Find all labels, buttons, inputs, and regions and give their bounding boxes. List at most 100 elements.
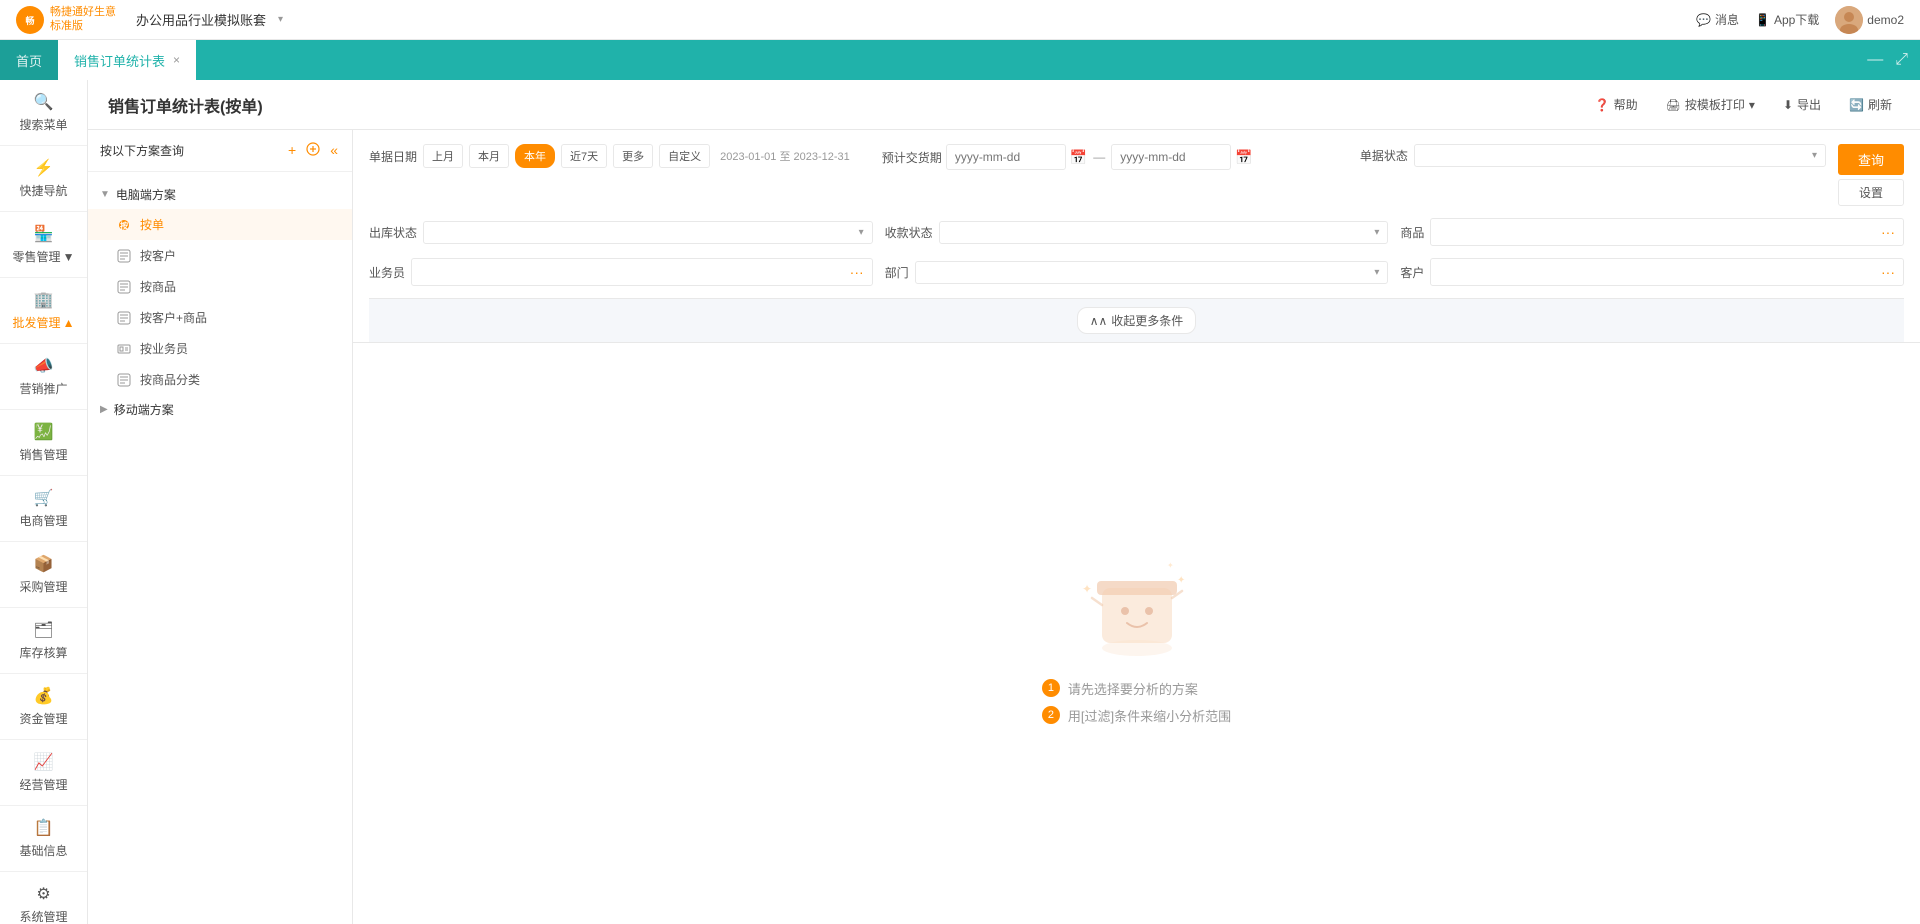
product-input-area: ··· [1430,218,1904,246]
wholesale-icon: 🏢 [34,290,54,310]
date-btn-this-year[interactable]: 本年 [515,144,555,168]
doc-status-select[interactable]: ▾ [1414,144,1826,167]
delivery-status-select[interactable]: ▾ [423,221,873,244]
department-select[interactable]: ▾ [915,261,1389,284]
delivery-status-arrow: ▾ [859,227,864,238]
customer-label: 客户 [1400,264,1424,281]
collapse-row: ∧∧ 收起更多条件 [369,298,1904,342]
sidebar: 🔍 搜索菜单 ⚡ 快捷导航 🏪 零售管理 ▼ 🏢 批发管理 ▲ 📣 营销推广 [0,80,88,924]
tip-num-1: 1 [1042,679,1060,697]
scheme-item-by-customer[interactable]: 按客户 [88,240,352,271]
app-download-btn[interactable]: 📱 App下载 [1755,11,1819,28]
sidebar-item-sales[interactable]: 💹 销售管理 [0,410,87,476]
user-avatar-btn[interactable]: demo2 [1835,6,1904,34]
customer-more-btn[interactable]: ··· [1881,264,1895,280]
message-btn[interactable]: 💬 消息 [1696,11,1739,28]
sidebar-item-basic[interactable]: 📋 基础信息 [0,806,87,872]
by-customer-icon [116,248,132,264]
scheme-item-by-product-category[interactable]: 按商品分类 [88,364,352,395]
logo-text: 畅捷通好生意 标准版 [50,6,116,32]
top-bar: 畅 畅捷通好生意 标准版 办公用品行业模拟账套 ▾ 💬 消息 📱 App下载 [0,0,1920,40]
date-separator: — [1091,150,1107,164]
payment-status-label: 收款状态 [885,224,933,241]
query-btn[interactable]: 查询 [1838,144,1904,175]
refresh-btn[interactable]: 🔄 刷新 [1841,92,1900,117]
sidebar-item-quick-nav[interactable]: ⚡ 快捷导航 [0,146,87,212]
doc-status-label: 单据状态 [1360,147,1408,164]
tab-sales-order-stats[interactable]: 销售订单统计表 × [58,40,196,80]
filter-panel: 按以下方案查询 + « [88,130,1920,924]
scheme-edit-btn[interactable] [304,140,322,161]
scheme-group-desktop-header[interactable]: ▼ 电脑端方案 [88,180,352,209]
marketing-icon: 📣 [34,356,54,376]
export-btn[interactable]: ⬇ 导出 [1775,92,1829,117]
scheme-list: ▼ 电脑端方案 按 按单 [88,172,352,924]
by-product-icon [116,279,132,295]
app-dropdown-arrow[interactable]: ▾ [278,14,283,25]
scheme-item-by-customer-product[interactable]: 按客户+商品 [88,302,352,333]
setting-btn[interactable]: 设置 [1838,179,1904,206]
filter-doc-status-item: 单据状态 ▾ [1360,144,1826,167]
help-btn[interactable]: ❓ 帮助 [1587,92,1646,117]
logo-box: 畅 畅捷通好生意 标准版 [16,6,116,34]
collapse-more-btn[interactable]: ∧∧ 收起更多条件 [1077,307,1197,334]
tab-minimize-btn[interactable]: — [1863,47,1887,73]
collapse-icon: ∧∧ [1090,314,1108,328]
help-icon: ❓ [1595,98,1610,112]
scheme-panel-title: 按以下方案查询 [100,142,184,159]
expected-date-from[interactable] [946,144,1066,170]
sidebar-item-ecommerce[interactable]: 🛒 电商管理 [0,476,87,542]
scheme-add-btn[interactable]: + [286,140,298,161]
page-actions: ❓ 帮助 🖨 按模板打印 ▾ ⬇ 导出 🔄 刷新 [1587,92,1900,117]
sidebar-item-purchase[interactable]: 📦 采购管理 [0,542,87,608]
filter-product-item: 商品 ··· [1400,218,1904,246]
sidebar-item-inventory[interactable]: 🗂 库存核算 [0,608,87,674]
filter-customer-item: 客户 ··· [1400,258,1904,286]
scheme-item-by-order[interactable]: 按 按单 [88,209,352,240]
expected-date-to[interactable] [1111,144,1231,170]
by-order-icon: 按 [116,217,132,233]
search-icon: 🔍 [34,92,54,112]
date-btn-this-month[interactable]: 本月 [469,144,509,168]
salesperson-label: 业务员 [369,264,405,281]
date-btn-custom[interactable]: 自定义 [659,144,710,168]
product-more-btn[interactable]: ··· [1881,224,1895,240]
date-btn-more[interactable]: 更多 [613,144,653,168]
tab-home[interactable]: 首页 [0,40,58,80]
filter-row-3: 业务员 ··· 部门 ▾ [369,258,1904,286]
scheme-item-by-product[interactable]: 按商品 [88,271,352,302]
sidebar-item-system[interactable]: ⚙ 系统管理 [0,872,87,924]
sidebar-item-retail[interactable]: 🏪 零售管理 ▼ [0,212,87,278]
calendar-icon-2[interactable]: 📅 [1235,149,1252,166]
date-label: 单据日期 [369,148,417,165]
sidebar-item-marketing[interactable]: 📣 营销推广 [0,344,87,410]
date-range-text: 2023-01-01 至 2023-12-31 [720,148,850,164]
sidebar-item-wholesale[interactable]: 🏢 批发管理 ▲ [0,278,87,344]
salesperson-more-btn[interactable]: ··· [850,264,864,280]
svg-text:畅: 畅 [25,15,34,26]
scheme-group-desktop: ▼ 电脑端方案 按 按单 [88,180,352,395]
top-bar-left: 畅 畅捷通好生意 标准版 办公用品行业模拟账套 ▾ [16,6,283,34]
sidebar-item-search-menu[interactable]: 🔍 搜索菜单 [0,80,87,146]
template-print-btn[interactable]: 🖨 按模板打印 ▾ [1658,92,1763,117]
finance-icon: 💰 [34,686,54,706]
scheme-collapse-btn[interactable]: « [328,140,340,161]
message-icon: 💬 [1696,13,1711,27]
filter-row-2: 出库状态 ▾ 收款状态 ▾ [369,218,1904,246]
scheme-group-arrow: ▼ [100,189,110,200]
sidebar-item-operations[interactable]: 📈 经营管理 [0,740,87,806]
calendar-icon-1[interactable]: 📅 [1070,149,1087,166]
tab-bar-actions: — ⤢ [1863,47,1920,73]
tab-maximize-btn[interactable]: ⤢ [1891,47,1912,73]
scheme-group-mobile-header[interactable]: ▶ 移动端方案 [88,395,352,424]
payment-status-select[interactable]: ▾ [939,221,1389,244]
date-btn-prev-month[interactable]: 上月 [423,144,463,168]
filter-salesperson-item: 业务员 ··· [369,258,873,286]
date-btn-7days[interactable]: 近7天 [561,144,607,168]
sidebar-item-finance[interactable]: 💰 资金管理 [0,674,87,740]
tab-close-btn[interactable]: × [173,53,180,67]
department-arrow: ▾ [1374,267,1379,278]
filter-department-item: 部门 ▾ [885,261,1389,284]
by-product-category-icon [116,372,132,388]
scheme-item-by-salesperson[interactable]: 按业务员 [88,333,352,364]
